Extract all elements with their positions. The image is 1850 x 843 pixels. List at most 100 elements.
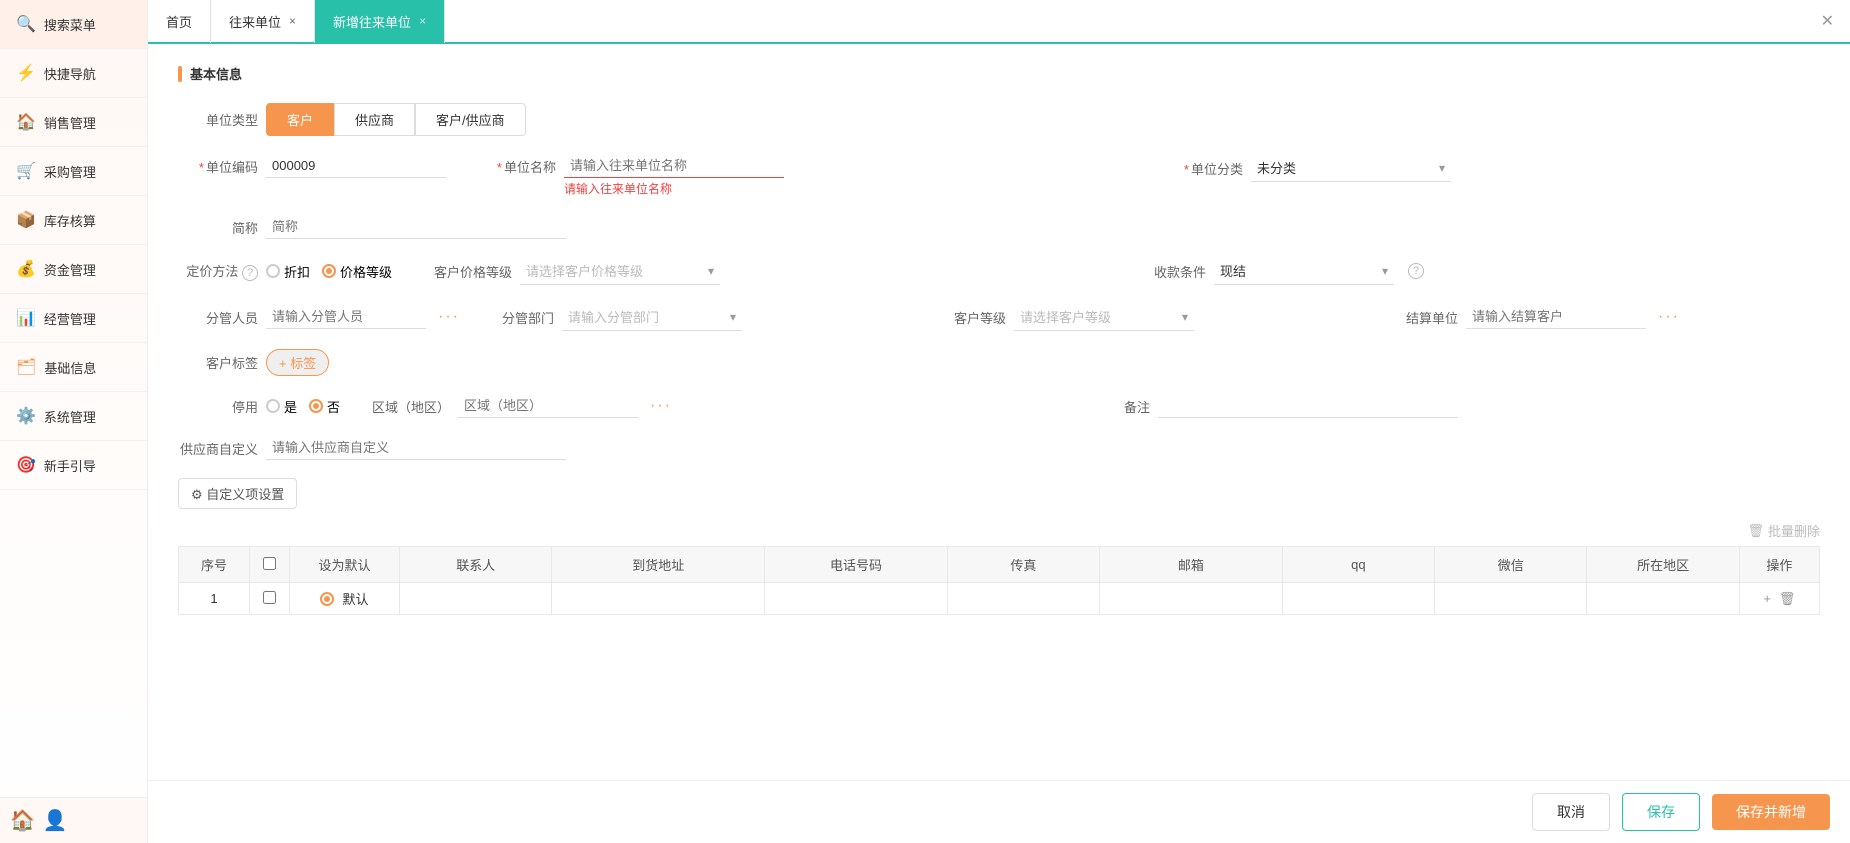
window-close-button[interactable]: ✕ (1805, 0, 1850, 43)
tab-partners-label: 往来单位 (229, 12, 281, 31)
manager-more-icon[interactable]: ··· (434, 308, 464, 326)
guide-icon: 🎯 (16, 455, 36, 475)
disable-radio-yes[interactable]: 是 (266, 397, 297, 416)
sidebar-item-inventory[interactable]: 📦 库存核算 (0, 196, 147, 245)
system-icon: ⚙️ (16, 406, 36, 426)
col-header-contact: 联系人 (400, 547, 552, 583)
email-input[interactable] (1141, 591, 1241, 606)
disable-yes-circle (266, 399, 280, 413)
department-select[interactable]: 请输入分管部门 ▾ (562, 303, 742, 331)
col-header-qq: qq (1282, 547, 1434, 583)
cell-delivery (552, 583, 765, 615)
customer-price-level-select[interactable]: 请选择客户价格等级 ▾ (520, 257, 720, 285)
sidebar-item-label: 经营管理 (44, 309, 96, 328)
unit-btn-supplier[interactable]: 供应商 (334, 103, 415, 136)
customer-price-level-field: 客户价格等级 请选择客户价格等级 ▾ (422, 257, 1106, 285)
customer-level-chevron-icon: ▾ (1182, 310, 1188, 324)
search-icon: 🔍 (16, 14, 36, 34)
manager-input[interactable] (266, 305, 426, 329)
sidebar-item-purchase[interactable]: 🛒 采购管理 (0, 147, 147, 196)
sidebar-item-finance[interactable]: 💰 资金管理 (0, 245, 147, 294)
pricing-tooltip-icon[interactable]: ? (242, 265, 258, 281)
sidebar-item-search[interactable]: 🔍 搜索菜单 (0, 0, 147, 49)
sidebar-item-guide[interactable]: 🎯 新手引导 (0, 441, 147, 490)
cell-wechat (1435, 583, 1587, 615)
purchase-icon: 🛒 (16, 161, 36, 181)
sidebar-item-basic[interactable]: 🗂 基础信息 (0, 343, 147, 392)
short-name-input[interactable] (266, 215, 566, 239)
unit-category-field: *单位分类 未分类 ▾ (1163, 154, 1820, 182)
payment-terms-tooltip-icon[interactable]: ? (1408, 263, 1424, 279)
qq-input[interactable] (1318, 591, 1398, 606)
save-new-button[interactable]: 保存并新增 (1712, 794, 1830, 830)
tab-home[interactable]: 首页 (148, 0, 211, 43)
pricing-radio-discount[interactable]: 折扣 (266, 262, 310, 281)
sidebar-item-label: 库存核算 (44, 211, 96, 230)
delivery-input[interactable] (598, 591, 718, 606)
discount-radio-circle (266, 264, 280, 278)
cell-seq: 1 (179, 583, 250, 615)
row-checkbox[interactable] (263, 591, 276, 604)
customer-tag-label: 客户标签 (178, 353, 258, 372)
cell-action: + 🗑 (1739, 583, 1819, 615)
unit-code-field: *单位编码 (178, 154, 446, 178)
tab-home-label: 首页 (166, 12, 192, 31)
cancel-button[interactable]: 取消 (1532, 793, 1610, 831)
pricing-radio-level[interactable]: 价格等级 (322, 262, 392, 281)
col-header-seq: 序号 (179, 547, 250, 583)
tab-new-partner-close[interactable]: × (419, 14, 426, 28)
manager-label: 分管人员 (178, 308, 258, 327)
unit-btn-customer[interactable]: 客户 (266, 103, 334, 136)
select-all-checkbox[interactable] (263, 557, 276, 570)
customer-level-select[interactable]: 请选择客户等级 ▾ (1014, 303, 1194, 331)
sidebar-item-operations[interactable]: 📊 经营管理 (0, 294, 147, 343)
col-header-wechat: 微信 (1435, 547, 1587, 583)
contact-input[interactable] (436, 591, 516, 606)
col-header-email: 邮箱 (1100, 547, 1283, 583)
sidebar-item-label: 资金管理 (44, 260, 96, 279)
settlement-unit-input[interactable] (1466, 305, 1646, 329)
unit-category-select[interactable]: 未分类 ▾ (1251, 154, 1451, 182)
add-row-icon[interactable]: + (1763, 591, 1771, 607)
fax-input[interactable] (983, 591, 1063, 606)
disable-no-label: 否 (327, 397, 340, 416)
customer-level-placeholder: 请选择客户等级 (1020, 307, 1111, 326)
disable-radio-no[interactable]: 否 (309, 397, 340, 416)
form-row-supplier-custom: 供应商自定义 (178, 436, 1820, 460)
unit-code-input[interactable] (266, 154, 446, 178)
user-bottom-icon[interactable]: 👤 (43, 808, 68, 833)
sidebar-item-label: 搜索菜单 (44, 15, 96, 34)
sidebar-item-sales[interactable]: 🏠 销售管理 (0, 98, 147, 147)
payment-terms-select[interactable]: 现结 ▾ (1214, 257, 1394, 285)
col-header-delivery: 到货地址 (552, 547, 765, 583)
cell-phone (765, 583, 948, 615)
batch-delete-area[interactable]: 🗑 批量删除 (178, 521, 1820, 540)
tab-partners[interactable]: 往来单位 × (211, 0, 315, 43)
save-button[interactable]: 保存 (1622, 793, 1700, 831)
sidebar-item-label: 系统管理 (44, 407, 96, 426)
sidebar-item-system[interactable]: ⚙️ 系统管理 (0, 392, 147, 441)
remark-label: 备注 (1110, 397, 1150, 416)
unit-btn-both[interactable]: 客户/供应商 (415, 103, 526, 136)
tab-new-partner[interactable]: 新增往来单位 × (315, 0, 445, 43)
sidebar-item-label: 销售管理 (44, 113, 96, 132)
phone-input[interactable] (806, 591, 906, 606)
settlement-unit-more-icon[interactable]: ··· (1654, 308, 1684, 326)
default-radio[interactable]: 默认 (300, 589, 389, 608)
delete-row-icon[interactable]: 🗑 (1779, 591, 1796, 607)
region-more-icon[interactable]: ··· (646, 397, 676, 415)
tab-partners-close[interactable]: × (289, 14, 296, 28)
supplier-custom-input[interactable] (266, 436, 566, 460)
unit-name-input[interactable] (564, 154, 784, 178)
location-input[interactable] (1623, 591, 1703, 606)
inventory-icon: 📦 (16, 210, 36, 230)
remark-input[interactable] (1158, 394, 1458, 418)
sidebar-item-quicknav[interactable]: ⚡ 快捷导航 (0, 49, 147, 98)
add-tag-button[interactable]: + 标签 (266, 349, 329, 376)
tab-new-partner-label: 新增往来单位 (333, 12, 411, 31)
region-input[interactable] (458, 394, 638, 418)
wechat-input[interactable] (1471, 591, 1551, 606)
home-bottom-icon[interactable]: 🏠 (10, 808, 35, 833)
customer-price-level-chevron-icon: ▾ (708, 264, 714, 278)
custom-settings-button[interactable]: ⚙ 自定义项设置 (178, 478, 297, 509)
